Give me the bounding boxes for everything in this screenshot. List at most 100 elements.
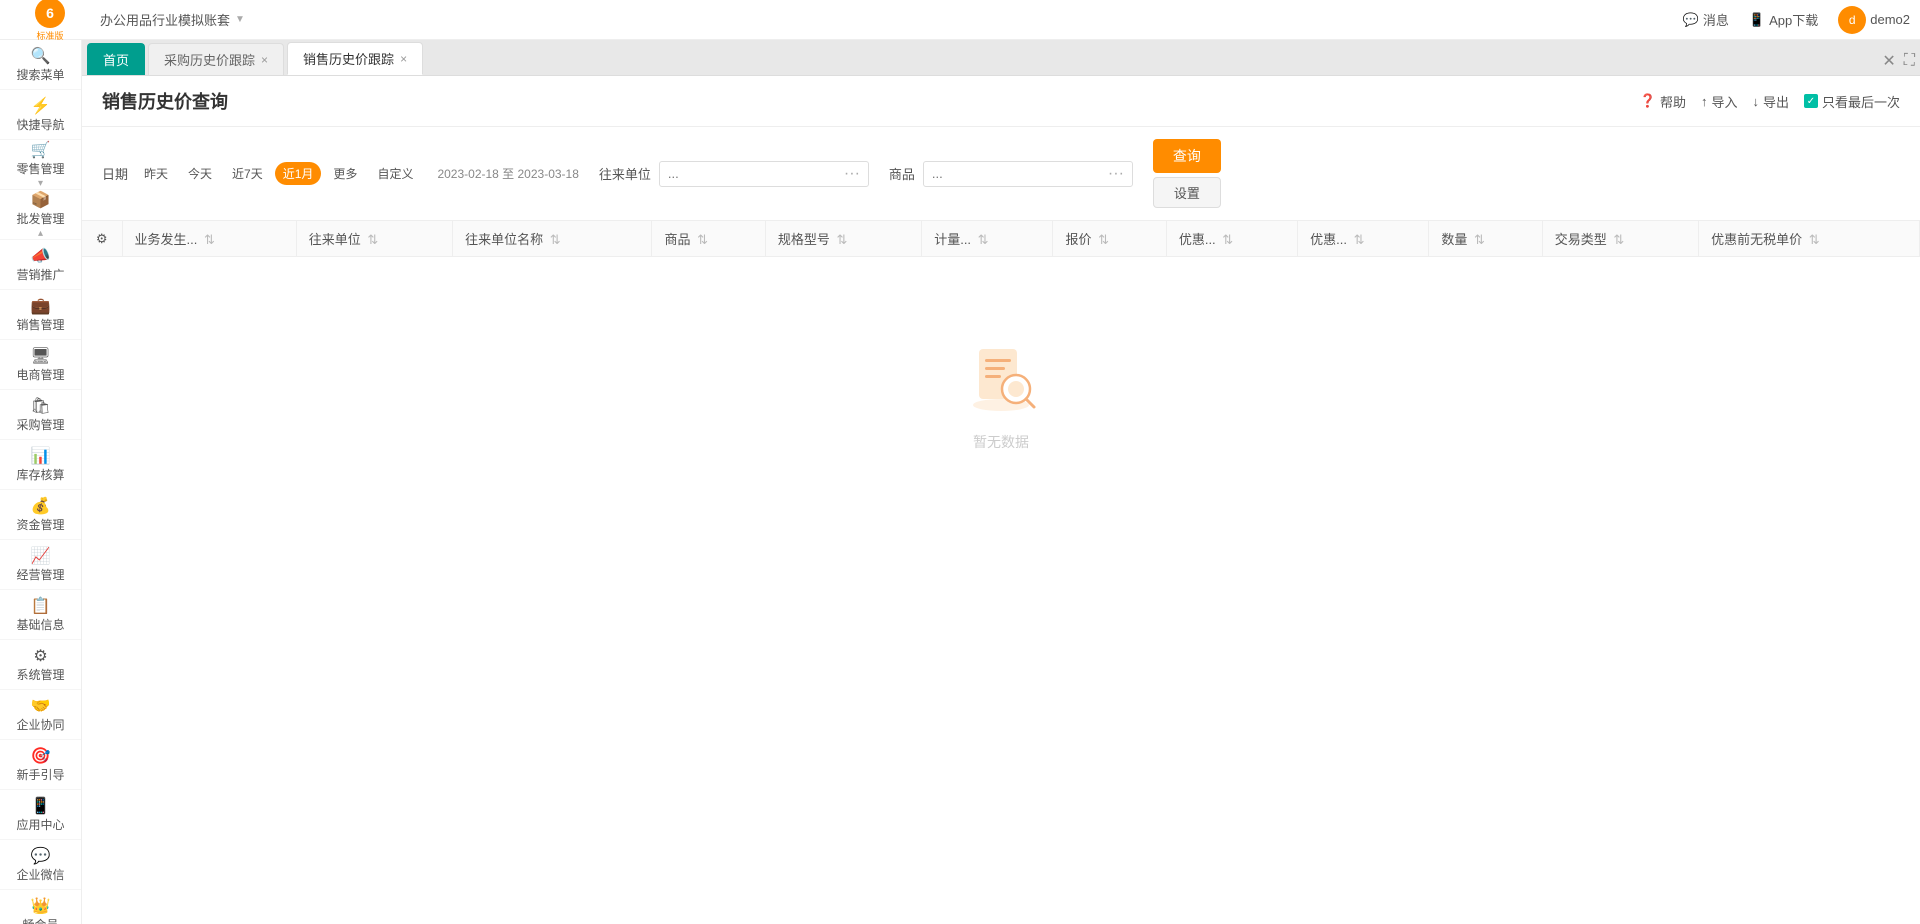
col-spec-sort-icon: ⇅ (836, 232, 847, 247)
sidebar-item-wholesale-mgmt[interactable]: 📦 批发管理 ▴ (0, 190, 81, 240)
business-mgmt-icon: 📈 (31, 546, 51, 566)
dropdown-arrow-icon: ▼ (235, 14, 245, 25)
date-opt-custom[interactable]: 自定义 (369, 162, 421, 185)
only-last-wrap[interactable]: ✓ 只看最后一次 (1804, 92, 1900, 111)
sidebar: 🔍 搜索菜单 ⚡ 快捷导航 🛒 零售管理 ▾ 📦 批发管理 ▴ 📣 营销推广 💼… (0, 40, 82, 924)
date-opt-more[interactable]: 更多 (325, 162, 365, 185)
date-opt-7days[interactable]: 近7天 (224, 162, 271, 185)
unit-input[interactable] (668, 166, 844, 181)
app-center-icon: 📱 (31, 796, 51, 816)
sidebar-item-member[interactable]: 👑 畅会员 (0, 890, 81, 924)
sidebar-item-purchase-mgmt[interactable]: 🛍 采购管理 (0, 390, 81, 440)
col-unit-name[interactable]: 往来单位名称 ⇅ (453, 221, 652, 257)
sidebar-item-wechat[interactable]: 💬 企业微信 (0, 840, 81, 890)
user-profile[interactable]: d demo2 (1838, 6, 1910, 34)
date-options: 昨天 今天 近7天 近1月 更多 自定义 (136, 162, 421, 185)
query-button[interactable]: 查询 (1153, 139, 1221, 173)
col-spec[interactable]: 规格型号 ⇅ (765, 221, 921, 257)
sidebar-item-ecommerce[interactable]: 🖥 电商管理 (0, 340, 81, 390)
col-price-sort-icon: ⇅ (1098, 232, 1109, 247)
date-label: 日期 (102, 164, 128, 183)
search-bar: 日期 昨天 今天 近7天 近1月 更多 自定义 2023-02-18 至 202… (82, 127, 1920, 221)
app-download-btn[interactable]: 📱 App下载 (1749, 10, 1818, 29)
sidebar-item-guide[interactable]: 🎯 新手引导 (0, 740, 81, 790)
tab-purchase-history[interactable]: 采购历史价跟踪 × (148, 43, 284, 75)
col-discount2[interactable]: 优惠... ⇅ (1298, 221, 1429, 257)
content-area: 首页 采购历史价跟踪 × 销售历史价跟踪 × ✕ ⛶ 销售历史价查询 (82, 40, 1920, 924)
goods-field: 商品 ··· (889, 161, 1133, 187)
sidebar-item-finance[interactable]: 💰 资金管理 (0, 490, 81, 540)
col-unit[interactable]: 计量... ⇅ (922, 221, 1053, 257)
only-last-checkbox[interactable]: ✓ (1804, 94, 1818, 108)
help-btn[interactable]: ❓ 帮助 (1640, 92, 1686, 111)
account-dropdown[interactable]: 办公用品行业模拟账套 ▼ (100, 10, 245, 29)
settings-button[interactable]: 设置 (1153, 177, 1221, 208)
goods-input[interactable] (932, 166, 1108, 181)
col-biz-date[interactable]: 业务发生... ⇅ (122, 221, 296, 257)
sidebar-item-inventory[interactable]: 📊 库存核算 (0, 440, 81, 490)
app-center-label: 应用中心 (16, 818, 64, 834)
page-title: 销售历史价查询 (102, 88, 228, 114)
quick-nav-label: 快捷导航 (16, 118, 64, 134)
quick-nav-icon: ⚡ (31, 96, 51, 116)
col-qty-sort-icon: ⇅ (1474, 232, 1485, 247)
wechat-icon: 💬 (31, 846, 51, 866)
sidebar-item-business-mgmt[interactable]: 📈 经营管理 (0, 540, 81, 590)
search-actions: 查询 设置 (1153, 139, 1221, 208)
unit-input-wrap: ··· (659, 161, 869, 187)
col-discount1[interactable]: 优惠... ⇅ (1166, 221, 1297, 257)
export-btn[interactable]: ↓ 导出 (1752, 92, 1789, 111)
sidebar-item-system-mgmt[interactable]: ⚙ 系统管理 (0, 640, 81, 690)
tab-close-all-icon[interactable]: ✕ (1882, 51, 1895, 71)
tab-purchase-close-icon[interactable]: × (261, 53, 268, 67)
date-opt-today[interactable]: 今天 (180, 162, 220, 185)
col-biz-date-sort-icon: ⇅ (204, 232, 215, 247)
member-icon: 👑 (31, 896, 51, 916)
sidebar-item-sales-mgmt[interactable]: 💼 销售管理 (0, 290, 81, 340)
date-opt-1month[interactable]: 近1月 (275, 162, 322, 185)
tab-maximize-icon[interactable]: ⛶ (1904, 52, 1915, 70)
col-qty[interactable]: 数量 ⇅ (1429, 221, 1542, 257)
sidebar-item-enterprise[interactable]: 🤝 企业协同 (0, 690, 81, 740)
page-title-actions: ❓ 帮助 ↑ 导入 ↓ 导出 ✓ 只看最后一次 (1640, 92, 1900, 111)
retail-mgmt-icon: 🛒 (31, 140, 51, 160)
col-trade-type-sort-icon: ⇅ (1613, 232, 1624, 247)
col-price[interactable]: 报价 ⇅ (1053, 221, 1166, 257)
col-trade-type[interactable]: 交易类型 ⇅ (1542, 221, 1698, 257)
sidebar-item-basic-info[interactable]: 📋 基础信息 (0, 590, 81, 640)
sidebar-item-retail-mgmt[interactable]: 🛒 零售管理 ▾ (0, 140, 81, 190)
tab-sales-close-icon[interactable]: × (400, 52, 407, 66)
unit-field: 往来单位 ··· (599, 161, 869, 187)
tab-home-label: 首页 (103, 50, 129, 69)
account-name: 办公用品行业模拟账套 (100, 10, 230, 29)
date-opt-yesterday[interactable]: 昨天 (136, 162, 176, 185)
app-download-icon: 📱 (1749, 12, 1765, 28)
tab-sales-history[interactable]: 销售历史价跟踪 × (287, 42, 423, 75)
search-menu-icon: 🔍 (31, 46, 51, 66)
enterprise-label: 企业协同 (16, 718, 64, 734)
import-icon: ↑ (1701, 94, 1708, 109)
marketing-label: 营销推广 (16, 268, 64, 284)
sidebar-item-marketing[interactable]: 📣 营销推广 (0, 240, 81, 290)
import-btn[interactable]: ↑ 导入 (1701, 92, 1738, 111)
date-range-display: 2023-02-18 至 2023-03-18 (437, 165, 578, 182)
message-btn[interactable]: 💬 消息 (1683, 10, 1729, 29)
col-gear[interactable]: ⚙ (82, 221, 122, 257)
logo-area: 6 标准版 (10, 0, 90, 42)
wechat-label: 企业微信 (16, 868, 64, 884)
goods-dots-icon[interactable]: ··· (1108, 165, 1124, 183)
sidebar-item-quick-nav[interactable]: ⚡ 快捷导航 (0, 90, 81, 140)
col-goods[interactable]: 商品 ⇅ (652, 221, 765, 257)
sidebar-item-search-menu[interactable]: 🔍 搜索菜单 (0, 40, 81, 90)
system-mgmt-label: 系统管理 (16, 668, 64, 684)
tab-bar: 首页 采购历史价跟踪 × 销售历史价跟踪 × ✕ ⛶ (82, 40, 1920, 76)
sidebar-item-app-center[interactable]: 📱 应用中心 (0, 790, 81, 840)
unit-dots-icon[interactable]: ··· (844, 165, 860, 183)
basic-info-label: 基础信息 (16, 618, 64, 634)
col-unit-code[interactable]: 往来单位 ⇅ (296, 221, 452, 257)
col-no-tax-price[interactable]: 优惠前无税单价 ⇅ (1699, 221, 1920, 257)
main-layout: 🔍 搜索菜单 ⚡ 快捷导航 🛒 零售管理 ▾ 📦 批发管理 ▴ 📣 营销推广 💼… (0, 40, 1920, 924)
tab-home[interactable]: 首页 (87, 43, 145, 75)
sales-mgmt-icon: 💼 (31, 296, 51, 316)
system-mgmt-icon: ⚙ (33, 646, 47, 666)
